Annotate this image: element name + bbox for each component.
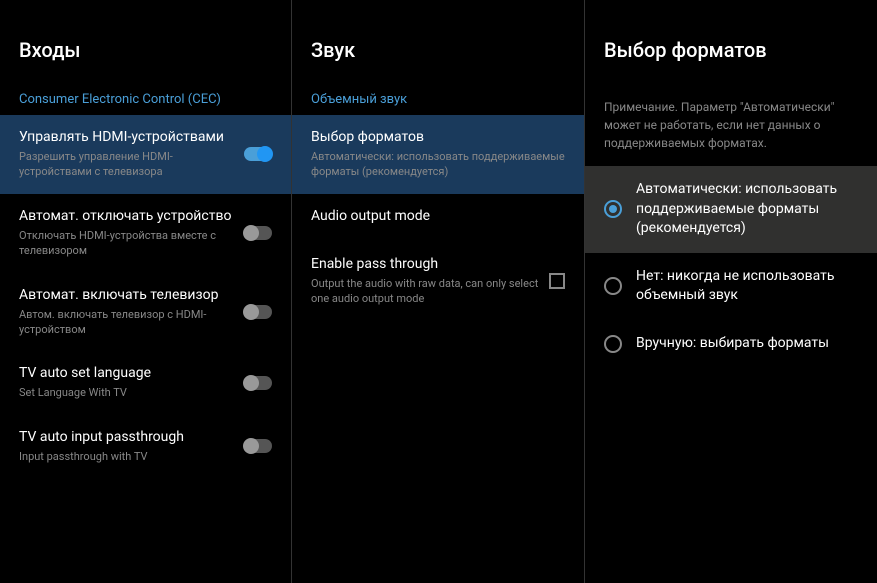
setting-text: Выбор форматов Автоматически: использова… <box>311 129 565 180</box>
setting-desc: Отключать HDMI-устройства вместе с телев… <box>19 228 234 259</box>
setting-text: TV auto input passthrough Input passthro… <box>19 429 234 464</box>
column-header: Звук <box>292 0 584 84</box>
setting-desc: Автом. включать телевизор с HDMI-устройс… <box>19 307 234 338</box>
radio-icon <box>604 335 622 353</box>
enable-passthrough-item[interactable]: Enable pass through Output the audio wit… <box>292 242 584 321</box>
format-selection-item[interactable]: Выбор форматов Автоматически: использова… <box>292 115 584 194</box>
setting-desc: Автоматически: использовать поддерживаем… <box>311 149 565 180</box>
radio-option-auto[interactable]: Автоматически: использовать поддерживаем… <box>585 166 877 253</box>
surround-section-label: Объемный звук <box>292 84 584 115</box>
setting-desc: Output the audio with raw data, can only… <box>311 276 539 307</box>
column-title: Входы <box>19 38 272 62</box>
toggle-auto-on-tv[interactable] <box>244 305 272 319</box>
radio-icon <box>604 277 622 295</box>
setting-text: Автомат. включать телевизор Автом. включ… <box>19 287 234 338</box>
radio-option-manual[interactable]: Вручную: выбирать форматы <box>585 320 877 368</box>
setting-text: Автомат. отключать устройство Отключать … <box>19 208 234 259</box>
setting-text: TV auto set language Set Language With T… <box>19 365 234 400</box>
auto-on-tv-item[interactable]: Автомат. включать телевизор Автом. включ… <box>0 273 291 352</box>
radio-label: Вручную: выбирать форматы <box>636 334 829 354</box>
radio-label: Нет: никогда не использовать объемный зв… <box>636 267 858 306</box>
format-note: Примечание. Параметр "Автоматически" мож… <box>585 84 877 166</box>
setting-title: Автомат. отключать устройство <box>19 208 234 224</box>
radio-option-none[interactable]: Нет: никогда не использовать объемный зв… <box>585 253 877 320</box>
toggle-auto-off-device[interactable] <box>244 226 272 240</box>
setting-title: TV auto input passthrough <box>19 429 234 445</box>
checkbox-passthrough[interactable] <box>549 273 565 289</box>
column-header: Входы <box>0 0 291 84</box>
setting-title: Enable pass through <box>311 256 539 272</box>
cec-section-label: Consumer Electronic Control (CEC) <box>0 84 291 115</box>
format-column: Выбор форматов Примечание. Параметр "Авт… <box>585 0 877 583</box>
setting-text: Audio output mode <box>311 208 565 228</box>
setting-title: TV auto set language <box>19 365 234 381</box>
setting-text: Управлять HDMI-устройствами Разрешить уп… <box>19 129 234 180</box>
setting-title: Audio output mode <box>311 208 565 224</box>
setting-title: Выбор форматов <box>311 129 565 145</box>
radio-icon <box>604 200 622 218</box>
manage-hdmi-item[interactable]: Управлять HDMI-устройствами Разрешить уп… <box>0 115 291 194</box>
auto-input-passthrough-item[interactable]: TV auto input passthrough Input passthro… <box>0 415 291 478</box>
radio-label: Автоматически: использовать поддерживаем… <box>636 180 858 239</box>
sound-column: Звук Объемный звук Выбор форматов Автома… <box>292 0 585 583</box>
column-title: Звук <box>311 38 565 62</box>
setting-text: Enable pass through Output the audio wit… <box>311 256 539 307</box>
audio-output-mode-item[interactable]: Audio output mode <box>292 194 584 242</box>
toggle-auto-input-passthrough[interactable] <box>244 439 272 453</box>
toggle-manage-hdmi[interactable] <box>244 147 272 161</box>
setting-title: Автомат. включать телевизор <box>19 287 234 303</box>
inputs-column: Входы Consumer Electronic Control (CEC) … <box>0 0 292 583</box>
setting-desc: Input passthrough with TV <box>19 449 234 464</box>
auto-off-device-item[interactable]: Автомат. отключать устройство Отключать … <box>0 194 291 273</box>
column-title: Выбор форматов <box>604 38 858 62</box>
setting-title: Управлять HDMI-устройствами <box>19 129 234 145</box>
auto-set-language-item[interactable]: TV auto set language Set Language With T… <box>0 351 291 414</box>
setting-desc: Set Language With TV <box>19 385 234 400</box>
setting-desc: Разрешить управление HDMI-устройствами с… <box>19 149 234 180</box>
toggle-auto-set-language[interactable] <box>244 376 272 390</box>
column-header: Выбор форматов <box>585 0 877 84</box>
